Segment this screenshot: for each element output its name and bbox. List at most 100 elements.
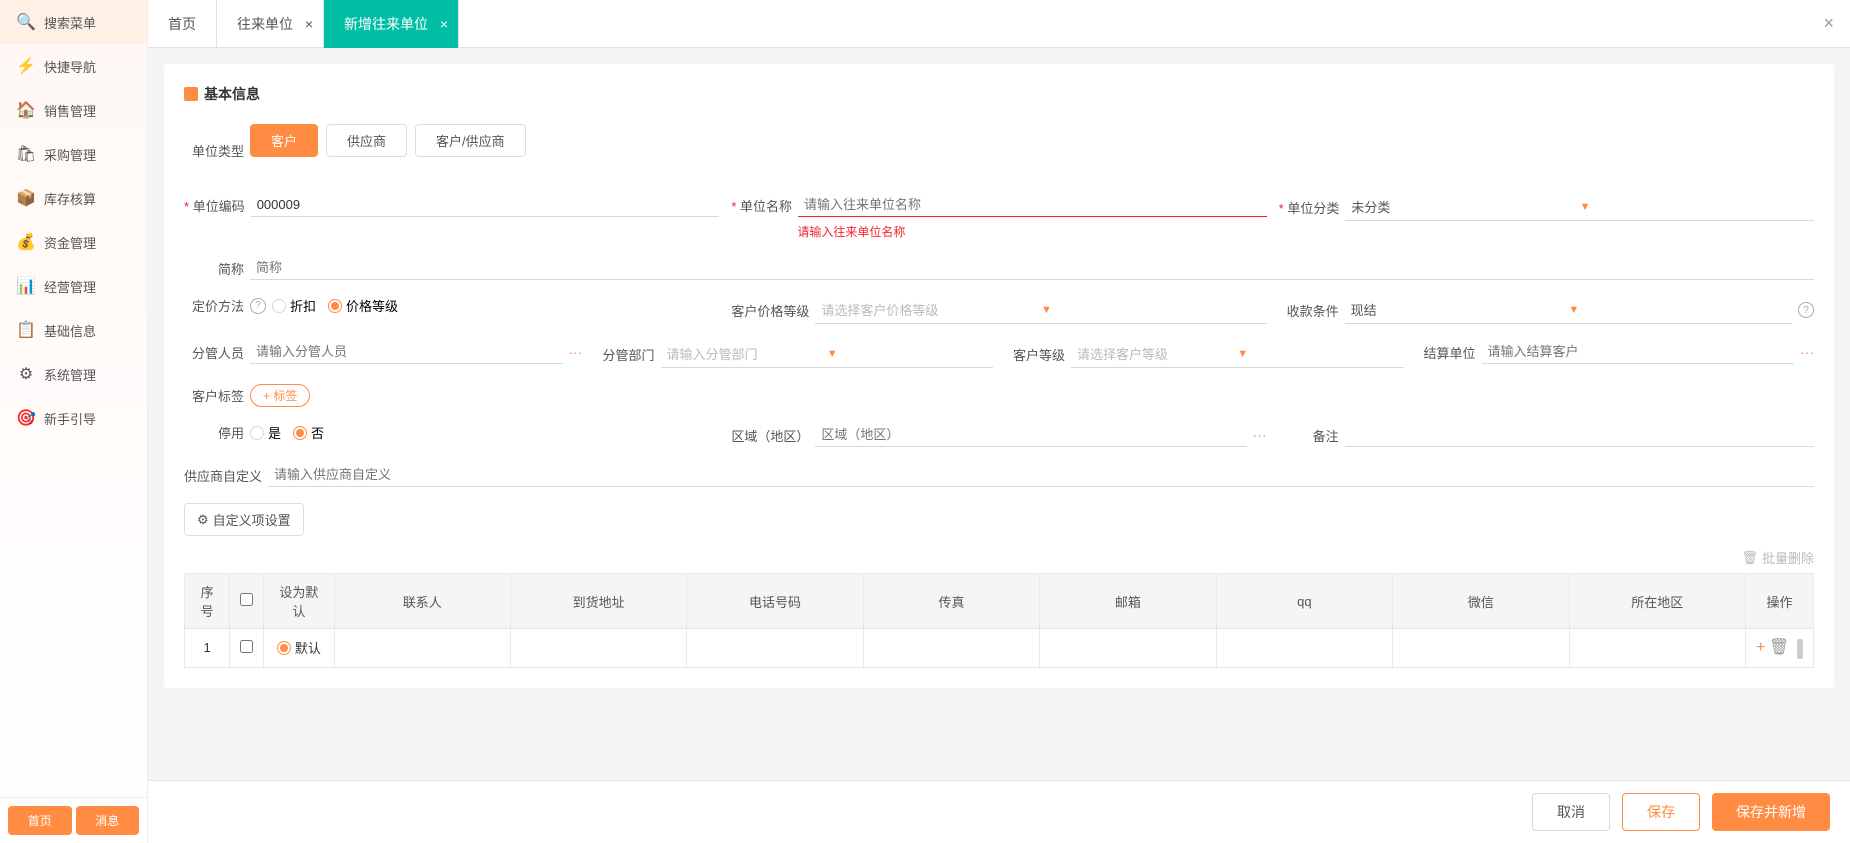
unit-category-field: 单位分类 未分类 ▼ [1279,193,1814,221]
dept-label: 分管部门 [595,345,655,364]
region-table-input[interactable] [1580,640,1735,655]
qq-input[interactable] [1227,640,1383,655]
chevron-down-icon4: ▼ [827,348,987,360]
cell-address[interactable] [510,629,686,668]
cell-phone[interactable] [687,629,863,668]
col-default: 设为默认 [264,574,334,629]
money-icon: 💰 [16,232,36,252]
cell-seq: 1 [185,629,230,668]
unit-code-input[interactable] [251,193,720,217]
dept-select[interactable]: 请输入分管部门 ▼ [661,340,994,368]
unit-name-input[interactable] [798,193,1267,217]
cancel-button[interactable]: 取消 [1532,793,1610,831]
sidebar-message-btn[interactable]: 消息 [76,806,140,835]
sidebar-item-sales[interactable]: 🏠 销售管理 [0,88,147,132]
select-all-checkbox[interactable] [240,593,253,606]
unit-name-label: 单位名称 [731,196,792,215]
supplier-custom-input[interactable] [268,463,1814,487]
cell-qq[interactable] [1216,629,1393,668]
sidebar-item-guide[interactable]: 🎯 新手引导 [0,396,147,440]
wechat-input[interactable] [1403,640,1558,655]
row-unit-info: 单位编码 单位名称 请输入往来单位名称 单位分类 未分类 [184,193,1814,240]
cell-contact[interactable] [334,629,510,668]
disabled-label: 停用 [184,423,244,442]
tab-contacts-close[interactable]: × [305,17,313,31]
region-field: 区域（地区） ··· [731,423,1266,447]
contact-input[interactable] [345,640,500,655]
type-btn-supplier[interactable]: 供应商 [326,124,407,157]
drag-handle[interactable] [1797,639,1803,659]
cell-wechat[interactable] [1393,629,1569,668]
add-row-btn[interactable]: + [1756,639,1765,657]
radio-no[interactable]: 否 [293,423,324,442]
chart-icon: 📊 [16,276,36,296]
disabled-field: 停用 是 否 [184,423,719,442]
sidebar-item-inventory[interactable]: 📦 库存核算 [0,176,147,220]
cell-email[interactable] [1040,629,1216,668]
radio-discount[interactable]: 折扣 [272,296,316,315]
email-input[interactable] [1050,640,1205,655]
unit-category-select[interactable]: 未分类 ▼ [1345,193,1814,221]
custom-settings-btn[interactable]: ⚙ 自定义项设置 [184,503,304,536]
pricing-label: 定价方法 [184,296,244,315]
remark-input[interactable] [1345,423,1814,447]
delete-row-btn[interactable]: 🗑 [1769,637,1789,657]
gear-small-icon: ⚙ [197,512,209,528]
pricing-help-icon[interactable]: ? [250,298,266,314]
row-misc: 停用 是 否 区域（地区） ··· [184,423,1814,447]
radio-yes[interactable]: 是 [250,423,281,442]
tab-new-contact[interactable]: 新增往来单位 × [324,0,459,48]
batch-delete-label[interactable]: 批量删除 [1762,548,1814,567]
payment-field: 收款条件 现结 ▼ ? [1279,296,1814,324]
sidebar-item-basic-info[interactable]: 📋 基础信息 [0,308,147,352]
tab-new-contact-close[interactable]: × [440,17,448,31]
col-phone: 电话号码 [687,574,863,629]
sidebar-home-btn[interactable]: 首页 [8,806,72,835]
sidebar-item-operation[interactable]: 📊 经营管理 [0,264,147,308]
save-new-button[interactable]: 保存并新增 [1712,793,1830,831]
tab-contacts[interactable]: 往来单位 × [217,0,324,48]
customer-level-select[interactable]: 请选择客户等级 ▼ [1071,340,1404,368]
cell-fax[interactable] [863,629,1039,668]
content-area: 基本信息 单位类型 客户 供应商 客户/供应商 单位编码 [148,48,1850,780]
payment-select[interactable]: 现结 ▼ [1345,296,1792,324]
type-btn-both[interactable]: 客户/供应商 [415,124,526,157]
manager-input[interactable] [250,340,563,364]
row-checkbox[interactable] [240,640,253,653]
shortname-label: 简称 [184,259,244,278]
tab-home[interactable]: 首页 [148,0,217,48]
lightning-icon: ⚡ [16,56,36,76]
settlement-more-btn[interactable]: ··· [1800,344,1814,360]
shortname-input[interactable] [250,256,1814,280]
sidebar-item-system[interactable]: ⚙ 系统管理 [0,352,147,396]
phone-input[interactable] [697,640,852,655]
sidebar-item-purchase[interactable]: 🛍 采购管理 [0,132,147,176]
default-radio[interactable]: 默认 [274,638,323,657]
col-checkbox[interactable] [230,574,264,629]
unit-code-label: 单位编码 [184,196,245,215]
cell-action: + 🗑 [1746,629,1814,668]
address-input[interactable] [521,640,676,655]
radio-price-level[interactable]: 价格等级 [328,296,398,315]
sidebar-item-search[interactable]: 🔍 搜索菜单 [0,0,147,44]
contacts-table: 序号 设为默认 联系人 到货地址 电话号码 传真 邮箱 qq 微信 所在地区 操… [184,573,1814,668]
col-email: 邮箱 [1040,574,1216,629]
type-btn-customer[interactable]: 客户 [250,124,318,157]
col-wechat: 微信 [1393,574,1569,629]
cell-region[interactable] [1569,629,1745,668]
settlement-input[interactable] [1482,340,1795,364]
sidebar-item-finance[interactable]: 💰 资金管理 [0,220,147,264]
region-more-btn[interactable]: ··· [1253,427,1267,443]
save-button[interactable]: 保存 [1622,793,1700,831]
customer-price-select[interactable]: 请选择客户价格等级 ▼ [815,296,1266,324]
tab-bar-close-all[interactable]: × [1807,13,1850,34]
region-input[interactable] [815,423,1246,447]
sidebar-item-quick-nav[interactable]: ⚡ 快捷导航 [0,44,147,88]
chevron-down-icon2: ▼ [1041,304,1261,316]
cell-checkbox[interactable] [230,629,264,668]
add-tag-btn[interactable]: + 标签 [250,384,310,407]
manager-more-btn[interactable]: ··· [569,344,583,360]
batch-delete-area: 🗑 批量删除 [184,548,1814,567]
payment-help-icon[interactable]: ? [1798,302,1814,318]
fax-input[interactable] [874,640,1029,655]
